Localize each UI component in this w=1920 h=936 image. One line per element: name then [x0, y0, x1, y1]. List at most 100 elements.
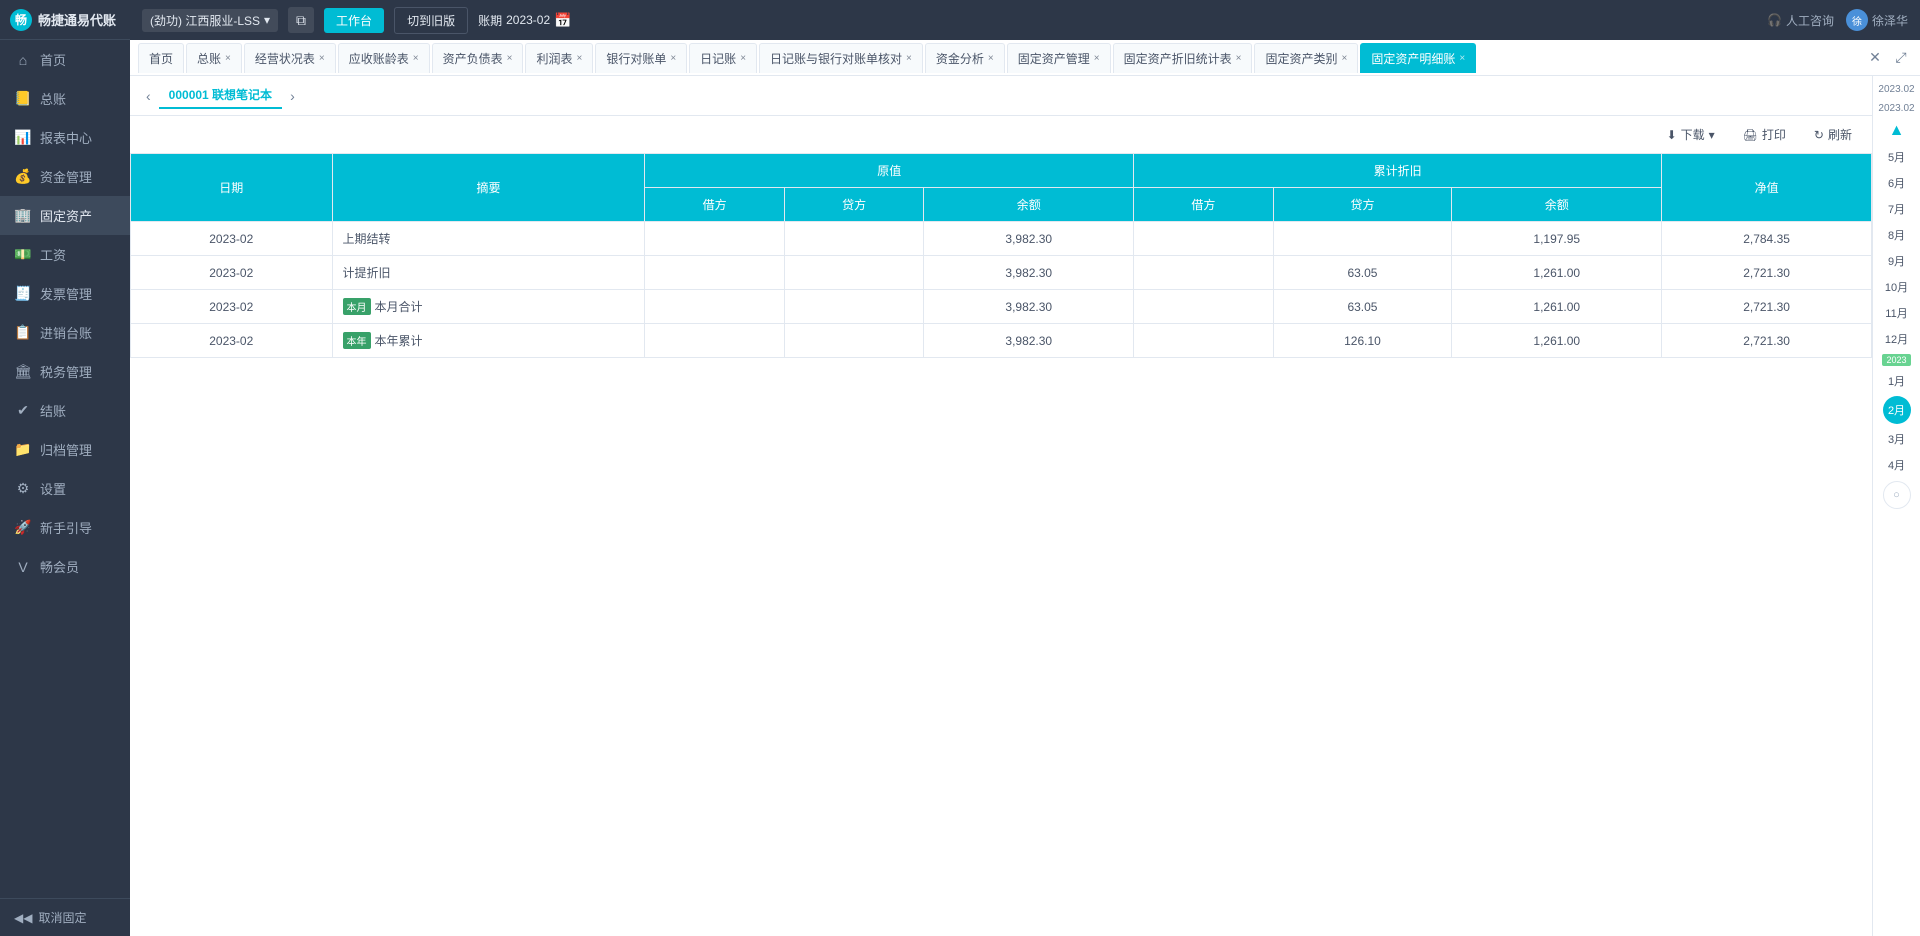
print-button[interactable]: 🖨 打印 — [1735, 122, 1794, 147]
table-row: 2023-02 本年本年累计 3,982.30 126.10 1,261.00 … — [131, 324, 1872, 358]
sidebar-item-tax[interactable]: 🏛 税务管理 — [0, 352, 130, 391]
cell-orig-balance: 3,982.30 — [924, 256, 1134, 290]
right-panel-scroll-up[interactable]: ▲ — [1885, 118, 1909, 144]
right-panel-scroll-indicator[interactable]: ○ — [1883, 481, 1911, 509]
main-area: (劲功) 江西服业-LSS ▾ ⧉ 工作台 切到旧版 账期 2023-02 📅 … — [130, 0, 1920, 936]
tab-close-icon[interactable]: × — [906, 53, 912, 64]
tab-close-icon[interactable]: × — [1236, 53, 1242, 64]
next-nav-icon[interactable]: › — [286, 88, 299, 104]
refresh-button[interactable]: ↻ 刷新 — [1806, 122, 1860, 147]
tab-日记账[interactable]: 日记账× — [689, 43, 757, 73]
tab-固定资产明细账[interactable]: 固定资产明细账× — [1360, 43, 1476, 73]
sidebar-item-label-salary: 工资 — [40, 245, 66, 264]
sidebar-item-salary[interactable]: 💵 工资 — [0, 235, 130, 274]
tab-固定资产类别[interactable]: 固定资产类别 × — [1254, 43, 1358, 73]
sidebar-item-finance[interactable]: 💰 资金管理 — [0, 157, 130, 196]
right-panel-date-top2[interactable]: 2023.02 — [1873, 99, 1920, 118]
user-menu[interactable]: 徐 徐泽华 — [1846, 9, 1908, 31]
tab-应收账龄表[interactable]: 应收账龄表× — [338, 43, 430, 73]
tab-close-icon[interactable]: × — [740, 53, 746, 64]
right-panel-month-9月[interactable]: 9月 — [1873, 248, 1920, 274]
sidebar-item-fixed-assets[interactable]: 🏢 固定资产 — [0, 196, 130, 235]
switch-old-button[interactable]: 切到旧版 — [394, 7, 468, 34]
cell-orig-debit — [645, 256, 784, 290]
sub-tab-asset[interactable]: 000001 联想笔记本 — [159, 82, 282, 109]
tab-close-icon[interactable]: × — [576, 53, 582, 64]
tab-首页[interactable]: 首页 — [138, 43, 184, 73]
download-icon: ⬇ — [1667, 128, 1677, 142]
sidebar-item-ledger[interactable]: 📒 总账 — [0, 79, 130, 118]
archive-icon: 📁 — [14, 441, 32, 458]
tab-固定资产折旧统计表[interactable]: 固定资产折旧统计表 × — [1113, 43, 1253, 73]
cell-accum-balance: 1,261.00 — [1452, 256, 1662, 290]
row-tag: 本年 — [343, 332, 371, 349]
tabs-close-all-button[interactable]: ✕ — [1864, 47, 1886, 69]
tab-close-icon[interactable]: × — [1459, 53, 1465, 64]
tab-label: 固定资产类别 — [1265, 50, 1337, 67]
col-orig-value: 原值 — [645, 154, 1134, 188]
sidebar-item-vip[interactable]: V 畅会员 — [0, 547, 130, 586]
sidebar-item-home[interactable]: ⌂ 首页 — [0, 40, 130, 79]
tab-资产负债表[interactable]: 资产负债表× — [432, 43, 524, 73]
salary-icon: 💵 — [14, 246, 32, 263]
sidebar-unpin[interactable]: ◀◀ 取消固定 — [0, 898, 130, 936]
tab-close-icon[interactable]: × — [670, 53, 676, 64]
refresh-icon: ↻ — [1814, 128, 1824, 142]
tab-close-icon[interactable]: × — [319, 53, 325, 64]
cell-orig-balance: 3,982.30 — [924, 324, 1134, 358]
tab-close-icon[interactable]: × — [1094, 53, 1100, 64]
sidebar-item-checkout[interactable]: ✔ 结账 — [0, 391, 130, 430]
tab-利润表[interactable]: 利润表× — [525, 43, 593, 73]
sidebar-item-guide[interactable]: 🚀 新手引导 — [0, 508, 130, 547]
tab-经营状况表[interactable]: 经营状况表× — [244, 43, 336, 73]
tabs-expand-button[interactable]: ⤢ — [1890, 47, 1912, 69]
tab-close-icon[interactable]: × — [225, 53, 231, 64]
right-panel-month-6月[interactable]: 6月 — [1873, 170, 1920, 196]
right-panel-month-3月[interactable]: 3月 — [1873, 426, 1920, 452]
tab-close-icon[interactable]: × — [1341, 53, 1347, 64]
sidebar-item-purchase-sales[interactable]: 📋 进销台账 — [0, 313, 130, 352]
cell-date: 2023-02 — [131, 290, 333, 324]
right-panel-month-1月[interactable]: 1月 — [1873, 368, 1920, 394]
download-button[interactable]: ⬇ 下载 ▾ — [1659, 122, 1723, 147]
right-panel-month-8月[interactable]: 8月 — [1873, 222, 1920, 248]
right-panel-month-4月[interactable]: 4月 — [1873, 452, 1920, 478]
checkout-icon: ✔ — [14, 402, 32, 419]
company-selector[interactable]: (劲功) 江西服业-LSS ▾ — [142, 9, 278, 32]
right-panel-month-2月[interactable]: 2月 — [1883, 396, 1911, 424]
tab-固定资产管理[interactable]: 固定资产管理× — [1007, 43, 1111, 73]
tab-close-icon[interactable]: × — [988, 53, 994, 64]
sidebar-item-label-purchase-sales: 进销台账 — [40, 323, 92, 342]
tab-资金分析[interactable]: 资金分析 × — [925, 43, 1005, 73]
right-panel-month-7月[interactable]: 7月 — [1873, 196, 1920, 222]
finance-icon: 💰 — [14, 168, 32, 185]
right-panel-month-10月[interactable]: 10月 — [1873, 274, 1920, 300]
table-row: 2023-02 计提折旧 3,982.30 63.05 1,261.00 2,7… — [131, 256, 1872, 290]
tab-日记账与银行对账单核对[interactable]: 日记账与银行对账单核对× — [759, 43, 923, 73]
copy-icon[interactable]: ⧉ — [288, 7, 314, 33]
cell-accum-credit: 63.05 — [1273, 290, 1452, 324]
page-content: ‹ 000001 联想笔记本 › ⬇ 下载 ▾ 🖨 打印 ↻ — [130, 76, 1872, 936]
logo-icon: 畅 — [10, 9, 32, 31]
help-button[interactable]: 🎧 人工咨询 — [1767, 12, 1834, 29]
right-panel-month-12月[interactable]: 12月 — [1873, 326, 1920, 352]
right-panel-month-5月[interactable]: 5月 — [1873, 144, 1920, 170]
calendar-icon[interactable]: 📅 — [554, 12, 571, 29]
sidebar-item-reports[interactable]: 📊 报表中心 — [0, 118, 130, 157]
sidebar-item-invoice[interactable]: 🧾 发票管理 — [0, 274, 130, 313]
cell-date: 2023-02 — [131, 222, 333, 256]
tab-label: 资金分析 — [936, 50, 984, 67]
prev-nav-icon[interactable]: ‹ — [142, 88, 155, 104]
right-panel-date-top1[interactable]: 2023.02 — [1873, 80, 1920, 99]
cell-orig-credit — [784, 256, 923, 290]
tab-银行对账单[interactable]: 银行对账单× — [595, 43, 687, 73]
tab-close-icon[interactable]: × — [507, 53, 513, 64]
sidebar: 畅 畅捷通易代账 ⌂ 首页 📒 总账 📊 报表中心 💰 资金管理 🏢 固定资产 … — [0, 0, 130, 936]
workbench-button[interactable]: 工作台 — [324, 8, 384, 33]
tab-close-icon[interactable]: × — [413, 53, 419, 64]
tab-总账[interactable]: 总账× — [186, 43, 242, 73]
sidebar-item-settings[interactable]: ⚙ 设置 — [0, 469, 130, 508]
tab-label: 固定资产折旧统计表 — [1124, 50, 1232, 67]
sidebar-item-archive[interactable]: 📁 归档管理 — [0, 430, 130, 469]
right-panel-month-11月[interactable]: 11月 — [1873, 300, 1920, 326]
